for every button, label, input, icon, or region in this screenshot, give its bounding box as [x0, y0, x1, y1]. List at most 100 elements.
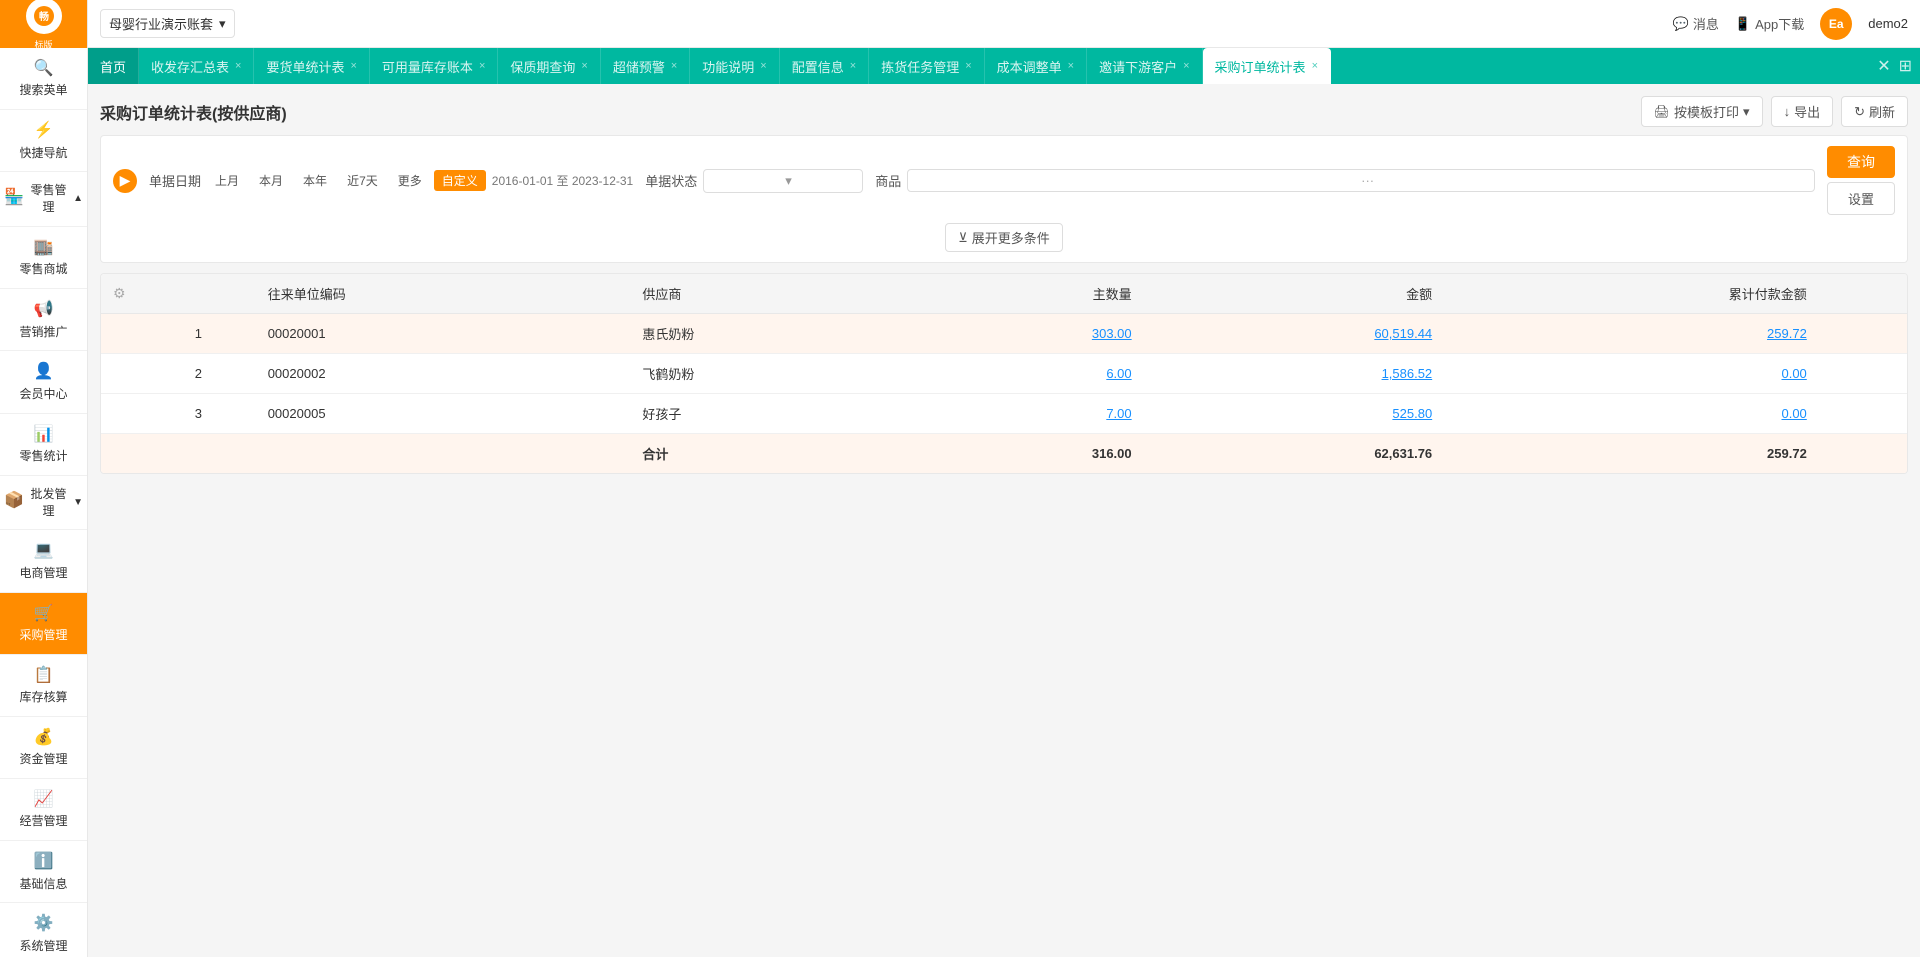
user-avatar[interactable]: Ea: [1820, 8, 1852, 40]
row-paid-amount[interactable]: 0.00: [1444, 354, 1819, 394]
filter-toggle-icon: ▶: [120, 172, 131, 189]
row-settings-col: [101, 394, 141, 434]
refresh-button[interactable]: ↻ 刷新: [1841, 96, 1908, 127]
tab-purchase-stat[interactable]: 采购订单统计表 ×: [1203, 48, 1331, 84]
tab-config-info[interactable]: 配置信息 ×: [780, 48, 869, 84]
app-download-action[interactable]: 📱 App下载: [1735, 14, 1804, 33]
sidebar-item-basic-info[interactable]: ℹ️ 基础信息: [0, 841, 87, 903]
export-button[interactable]: ↓ 导出: [1771, 96, 1834, 127]
setting-button[interactable]: 设置: [1827, 182, 1895, 215]
tab-receive-pay[interactable]: 收发存汇总表 ×: [139, 48, 254, 84]
row-main-qty[interactable]: 7.00: [909, 394, 1143, 434]
sidebar-item-quick-nav[interactable]: ⚡ 快捷导航: [0, 110, 87, 172]
goods-input[interactable]: ···: [907, 169, 1815, 192]
sidebar-item-marketing[interactable]: 📢 营销推广: [0, 289, 87, 351]
sidebar-item-retail-stat[interactable]: 📊 零售统计: [0, 414, 87, 476]
tab-config-info-close[interactable]: ×: [850, 60, 856, 72]
expand-button[interactable]: ⊻ 展开更多条件: [945, 223, 1063, 252]
tab-invite-downstream-close[interactable]: ×: [1183, 60, 1189, 72]
col-supplier-code: 往来单位编码: [256, 274, 631, 314]
sidebar-item-finance[interactable]: 💰 资金管理: [0, 717, 87, 779]
table-wrapper: ⚙ 往来单位编码 供应商 主数量 金额 累计付款金额 1 00020001 惠氏…: [100, 273, 1908, 474]
row-supplier-code: 00020001: [256, 314, 631, 354]
logo-icon: 畅: [26, 0, 62, 34]
shortcut-7days[interactable]: 近7天: [339, 170, 386, 191]
tab-cost-adjust-label: 成本调整单: [997, 57, 1062, 76]
sidebar-item-business[interactable]: 📈 经营管理: [0, 779, 87, 841]
shortcut-last-month[interactable]: 上月: [207, 170, 247, 191]
sidebar-item-search[interactable]: 🔍 搜索英单: [0, 48, 87, 110]
retail-expand-arrow: ▲: [73, 192, 83, 206]
row-extra: [1819, 354, 1907, 394]
sidebar-item-ecommerce[interactable]: 💻 电商管理: [0, 530, 87, 592]
expand-row: ⊻ 展开更多条件: [113, 223, 1895, 252]
table-row[interactable]: 3 00020005 好孩子 7.00 525.80 0.00: [101, 394, 1907, 434]
tab-cost-adjust[interactable]: 成本调整单 ×: [985, 48, 1087, 84]
shortcut-custom[interactable]: 自定义: [434, 170, 486, 191]
sidebar-item-wholesale-label: 批发管理: [26, 486, 71, 520]
tab-task-mgmt-close[interactable]: ×: [965, 60, 971, 72]
row-amount[interactable]: 1,586.52: [1144, 354, 1445, 394]
row-paid-amount[interactable]: 0.00: [1444, 394, 1819, 434]
footer-amount: 62,631.76: [1144, 434, 1445, 474]
col-settings[interactable]: ⚙: [101, 274, 141, 314]
tab-function-desc-close[interactable]: ×: [760, 60, 766, 72]
retail-stat-icon: 📊: [34, 424, 54, 446]
shortcut-more[interactable]: 更多: [390, 170, 430, 191]
sidebar-item-finance-label: 资金管理: [19, 751, 67, 768]
shortcut-this-month[interactable]: 本月: [251, 170, 291, 191]
tab-invite-downstream[interactable]: 邀请下游客户 ×: [1087, 48, 1202, 84]
data-table: ⚙ 往来单位编码 供应商 主数量 金额 累计付款金额 1 00020001 惠氏…: [101, 274, 1907, 473]
status-filter-label: 单据状态: [645, 171, 697, 190]
tab-overstock[interactable]: 超储预警 ×: [601, 48, 690, 84]
tab-expiry-query[interactable]: 保质期查询 ×: [498, 48, 600, 84]
sidebar-item-wholesale[interactable]: 📦 批发管理 ▼: [0, 476, 87, 531]
row-num: 2: [141, 354, 256, 394]
nav-tabs-menu-icon[interactable]: ⊞: [1899, 56, 1912, 76]
row-main-qty[interactable]: 6.00: [909, 354, 1143, 394]
print-button[interactable]: 🖨 按模板打印 ▾: [1641, 96, 1763, 127]
refresh-icon: ↻: [1854, 104, 1865, 120]
tab-order-stat[interactable]: 要货单统计表 ×: [254, 48, 369, 84]
sidebar-item-member[interactable]: 👤 会员中心: [0, 351, 87, 413]
main-area: 母婴行业演示账套 ▾ 💬 消息 📱 App下载 Ea demo2 首页 收发存汇…: [88, 0, 1920, 957]
status-select[interactable]: ▾: [703, 169, 863, 193]
account-selector[interactable]: 母婴行业演示账套 ▾: [100, 9, 235, 38]
shortcut-this-year[interactable]: 本年: [295, 170, 335, 191]
query-button[interactable]: 查询: [1827, 146, 1895, 178]
filter-row-main: ▶ 单据日期 上月 本月 本年 近7天 更多 自定义 2016-01-01 至 …: [113, 146, 1895, 215]
tab-home[interactable]: 首页: [88, 48, 139, 84]
filter-toggle[interactable]: ▶: [113, 169, 137, 193]
table-row[interactable]: 1 00020001 惠氏奶粉 303.00 60,519.44 259.72: [101, 314, 1907, 354]
tab-overstock-close[interactable]: ×: [671, 60, 677, 72]
sidebar-item-inventory[interactable]: 📋 库存核算: [0, 655, 87, 717]
row-main-qty[interactable]: 303.00: [909, 314, 1143, 354]
tab-cost-adjust-close[interactable]: ×: [1068, 60, 1074, 72]
tab-task-mgmt[interactable]: 拣货任务管理 ×: [869, 48, 984, 84]
message-action[interactable]: 💬 消息: [1673, 14, 1719, 33]
sidebar-item-quick-nav-label: 快捷导航: [19, 145, 67, 162]
row-supplier-code: 00020005: [256, 394, 631, 434]
col-settings-icon[interactable]: ⚙: [113, 285, 126, 301]
nav-tabs-close-icon[interactable]: ✕: [1877, 56, 1890, 76]
sidebar-item-purchase[interactable]: 🛒 采购管理: [0, 593, 87, 655]
sidebar-item-sys-mgmt[interactable]: ⚙️ 系统管理: [0, 903, 87, 957]
col-main-qty: 主数量: [909, 274, 1143, 314]
row-extra: [1819, 394, 1907, 434]
tab-function-desc[interactable]: 功能说明 ×: [690, 48, 779, 84]
goods-filter-label: 商品: [875, 171, 901, 190]
row-amount[interactable]: 525.80: [1144, 394, 1445, 434]
sidebar-item-retail[interactable]: 🏪 零售管理 ▲: [0, 172, 87, 227]
tab-order-stat-close[interactable]: ×: [350, 60, 356, 72]
sidebar-item-retail-store[interactable]: 🏬 零售商城: [0, 227, 87, 289]
tab-purchase-stat-close[interactable]: ×: [1312, 60, 1318, 72]
tab-receive-pay-close[interactable]: ×: [235, 60, 241, 72]
table-row[interactable]: 2 00020002 飞鹤奶粉 6.00 1,586.52 0.00: [101, 354, 1907, 394]
tab-inventory-account-close[interactable]: ×: [479, 60, 485, 72]
print-label: 按模板打印: [1674, 102, 1739, 121]
tab-inventory-account[interactable]: 可用量库存账本 ×: [370, 48, 498, 84]
tab-expiry-query-label: 保质期查询: [510, 57, 575, 76]
row-paid-amount[interactable]: 259.72: [1444, 314, 1819, 354]
tab-expiry-query-close[interactable]: ×: [581, 60, 587, 72]
row-amount[interactable]: 60,519.44: [1144, 314, 1445, 354]
